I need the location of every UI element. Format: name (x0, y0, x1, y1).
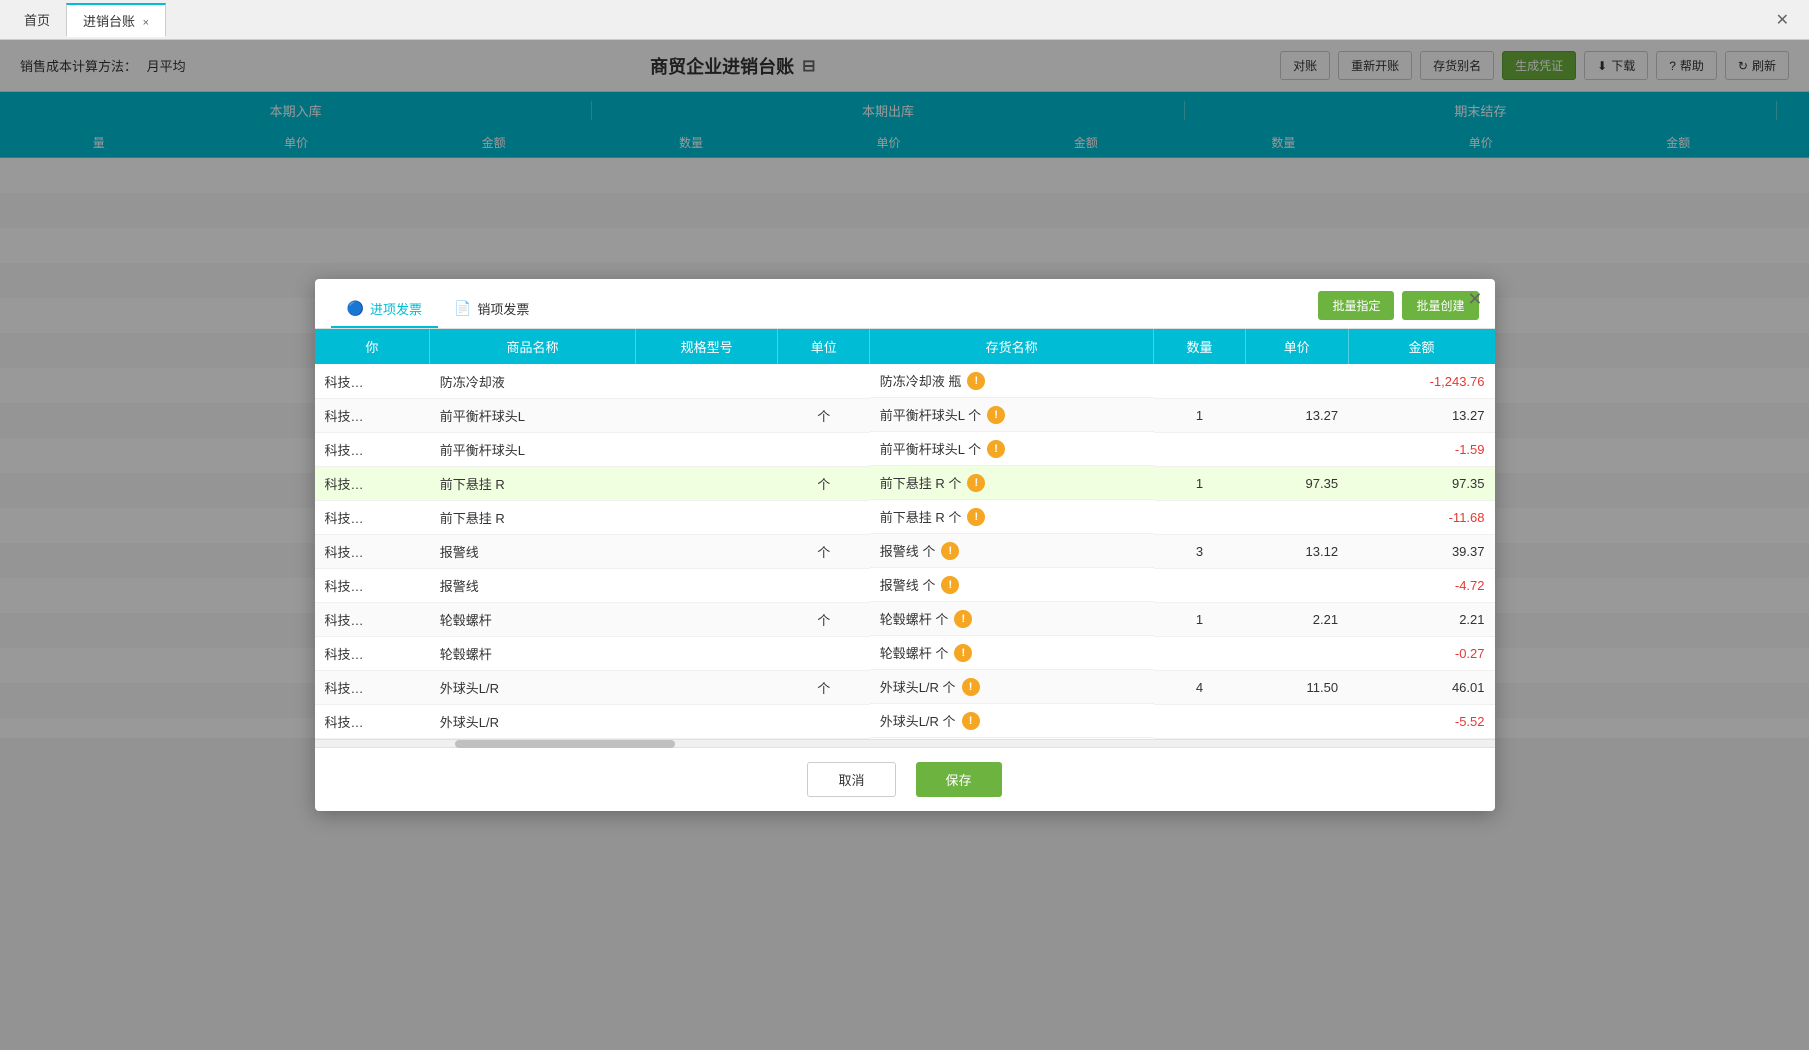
table-row: 科技…轮毂螺杆轮毂螺杆 个!-0.27 (315, 636, 1495, 670)
modal-body: 你 商品名称 规格型号 单位 存货名称 数量 单价 金额 科技…防冻冷却液防冻冷… (315, 329, 1495, 739)
table-row: 科技…前下悬挂 R个前下悬挂 R 个!197.3597.35 (315, 466, 1495, 500)
warning-icon: ! (987, 406, 1005, 424)
warning-icon: ! (962, 712, 980, 730)
tab-incoming-invoice[interactable]: 🔵 进项发票 (331, 291, 438, 328)
scroll-bar[interactable] (315, 739, 1495, 747)
modal-close-button[interactable]: ✕ (1467, 289, 1482, 310)
batch-assign-button[interactable]: 批量指定 (1318, 291, 1394, 320)
modal-dialog: 🔵 进项发票 📄 销项发票 批量指定 批量创建 ✕ (315, 279, 1495, 811)
invoice-table: 你 商品名称 规格型号 单位 存货名称 数量 单价 金额 科技…防冻冷却液防冻冷… (315, 329, 1495, 739)
col-header-spec: 规格型号 (635, 329, 778, 364)
tab-bar: 首页 进销台账 × ✕ (0, 0, 1809, 40)
main-area: 销售成本计算方法： 月平均 商贸企业进销台账 ⊟ 对账 重新开账 存货别名 生成… (0, 40, 1809, 1050)
tab-close-icon[interactable]: × (143, 17, 149, 29)
window-close-button[interactable]: ✕ (1764, 10, 1801, 30)
modal-tabs: 🔵 进项发票 📄 销项发票 (331, 291, 546, 328)
warning-icon: ! (962, 678, 980, 696)
col-header-unit: 单位 (778, 329, 870, 364)
table-row: 科技…前下悬挂 R前下悬挂 R 个!-11.68 (315, 500, 1495, 534)
tab-ledger[interactable]: 进销台账 × (66, 3, 166, 37)
modal-actions: 批量指定 批量创建 (1318, 291, 1478, 328)
warning-icon: ! (987, 440, 1005, 458)
warning-icon: ! (954, 644, 972, 662)
col-header-product-name: 商品名称 (430, 329, 636, 364)
col-header-amount: 金额 (1348, 329, 1494, 364)
warning-icon: ! (941, 576, 959, 594)
warning-icon: ! (954, 610, 972, 628)
col-header-company: 你 (315, 329, 430, 364)
save-button[interactable]: 保存 (916, 762, 1002, 797)
warning-icon: ! (967, 474, 985, 492)
warning-icon: ! (967, 508, 985, 526)
table-row: 科技…前平衡杆球头L个前平衡杆球头L 个!113.2713.27 (315, 398, 1495, 432)
col-header-inventory-name: 存货名称 (870, 329, 1154, 364)
table-row: 科技…报警线报警线 个!-4.72 (315, 568, 1495, 602)
modal-footer: 取消 保存 (315, 747, 1495, 811)
table-row: 科技…前平衡杆球头L前平衡杆球头L 个!-1.59 (315, 432, 1495, 466)
table-row: 科技…轮毂螺杆个轮毂螺杆 个!12.212.21 (315, 602, 1495, 636)
scroll-thumb[interactable] (455, 740, 675, 748)
incoming-invoice-icon: 🔵 (347, 300, 364, 317)
col-header-qty: 数量 (1154, 329, 1246, 364)
table-row: 科技…防冻冷却液防冻冷却液 瓶!-1,243.76 (315, 364, 1495, 398)
table-row: 科技…外球头L/R外球头L/R 个!-5.52 (315, 704, 1495, 738)
col-header-price: 单价 (1245, 329, 1348, 364)
modal-header: 🔵 进项发票 📄 销项发票 批量指定 批量创建 ✕ (315, 279, 1495, 329)
warning-icon: ! (967, 372, 985, 390)
outgoing-invoice-icon: 📄 (454, 300, 471, 317)
tab-home[interactable]: 首页 (8, 4, 66, 35)
warning-icon: ! (941, 542, 959, 560)
table-row: 科技…报警线个报警线 个!313.1239.37 (315, 534, 1495, 568)
modal-overlay: 🔵 进项发票 📄 销项发票 批量指定 批量创建 ✕ (0, 40, 1809, 1050)
cancel-button[interactable]: 取消 (807, 762, 895, 797)
tab-outgoing-invoice[interactable]: 📄 销项发票 (438, 291, 545, 328)
table-row: 科技…外球头L/R个外球头L/R 个!411.5046.01 (315, 670, 1495, 704)
